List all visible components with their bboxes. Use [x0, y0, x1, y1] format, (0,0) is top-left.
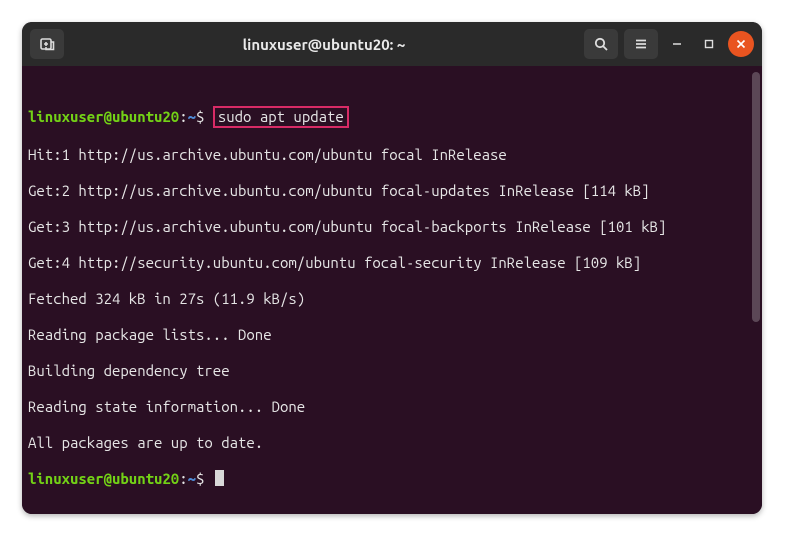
search-icon	[593, 36, 609, 52]
output-line: Get:2 http://us.archive.ubuntu.com/ubunt…	[28, 182, 756, 200]
new-tab-button[interactable]	[30, 29, 64, 59]
prompt-sep: :	[179, 108, 187, 125]
prompt-symbol: $	[196, 470, 204, 487]
titlebar-right	[584, 29, 754, 59]
output-line: Reading state information... Done	[28, 398, 756, 416]
search-button[interactable]	[584, 29, 618, 59]
output-line: Hit:1 http://us.archive.ubuntu.com/ubunt…	[28, 146, 756, 164]
close-button[interactable]	[728, 31, 754, 57]
prompt-user: linuxuser@ubuntu20	[28, 470, 179, 487]
terminal-body[interactable]: linuxuser@ubuntu20:~$ sudo apt update Hi…	[22, 66, 762, 514]
output-line: Building dependency tree	[28, 362, 756, 380]
minimize-icon	[672, 39, 682, 49]
command-highlight: sudo apt update	[213, 106, 349, 128]
hamburger-icon	[633, 36, 649, 52]
window-title: linuxuser@ubuntu20: ~	[70, 36, 578, 53]
maximize-button[interactable]	[696, 31, 722, 57]
prompt-path: ~	[188, 470, 196, 487]
output-line: Get:3 http://us.archive.ubuntu.com/ubunt…	[28, 218, 756, 236]
prompt-path: ~	[188, 108, 196, 125]
prompt-line-2: linuxuser@ubuntu20:~$	[28, 470, 756, 488]
prompt-line-1: linuxuser@ubuntu20:~$ sudo apt update	[28, 106, 756, 128]
close-icon	[736, 39, 746, 49]
output-line: Get:4 http://security.ubuntu.com/ubuntu …	[28, 254, 756, 272]
scrollbar[interactable]	[752, 72, 760, 322]
titlebar: linuxuser@ubuntu20: ~	[22, 22, 762, 66]
output-line: Fetched 324 kB in 27s (11.9 kB/s)	[28, 290, 756, 308]
output-line: Reading package lists... Done	[28, 326, 756, 344]
menu-button[interactable]	[624, 29, 658, 59]
minimize-button[interactable]	[664, 31, 690, 57]
prompt-sep: :	[179, 470, 187, 487]
maximize-icon	[704, 39, 714, 49]
prompt-symbol: $	[196, 108, 204, 125]
new-tab-icon	[39, 36, 55, 52]
terminal-cursor	[215, 470, 224, 486]
terminal-window: linuxuser@ubuntu20: ~	[22, 22, 762, 514]
prompt-user: linuxuser@ubuntu20	[28, 108, 179, 125]
output-line: All packages are up to date.	[28, 434, 756, 452]
